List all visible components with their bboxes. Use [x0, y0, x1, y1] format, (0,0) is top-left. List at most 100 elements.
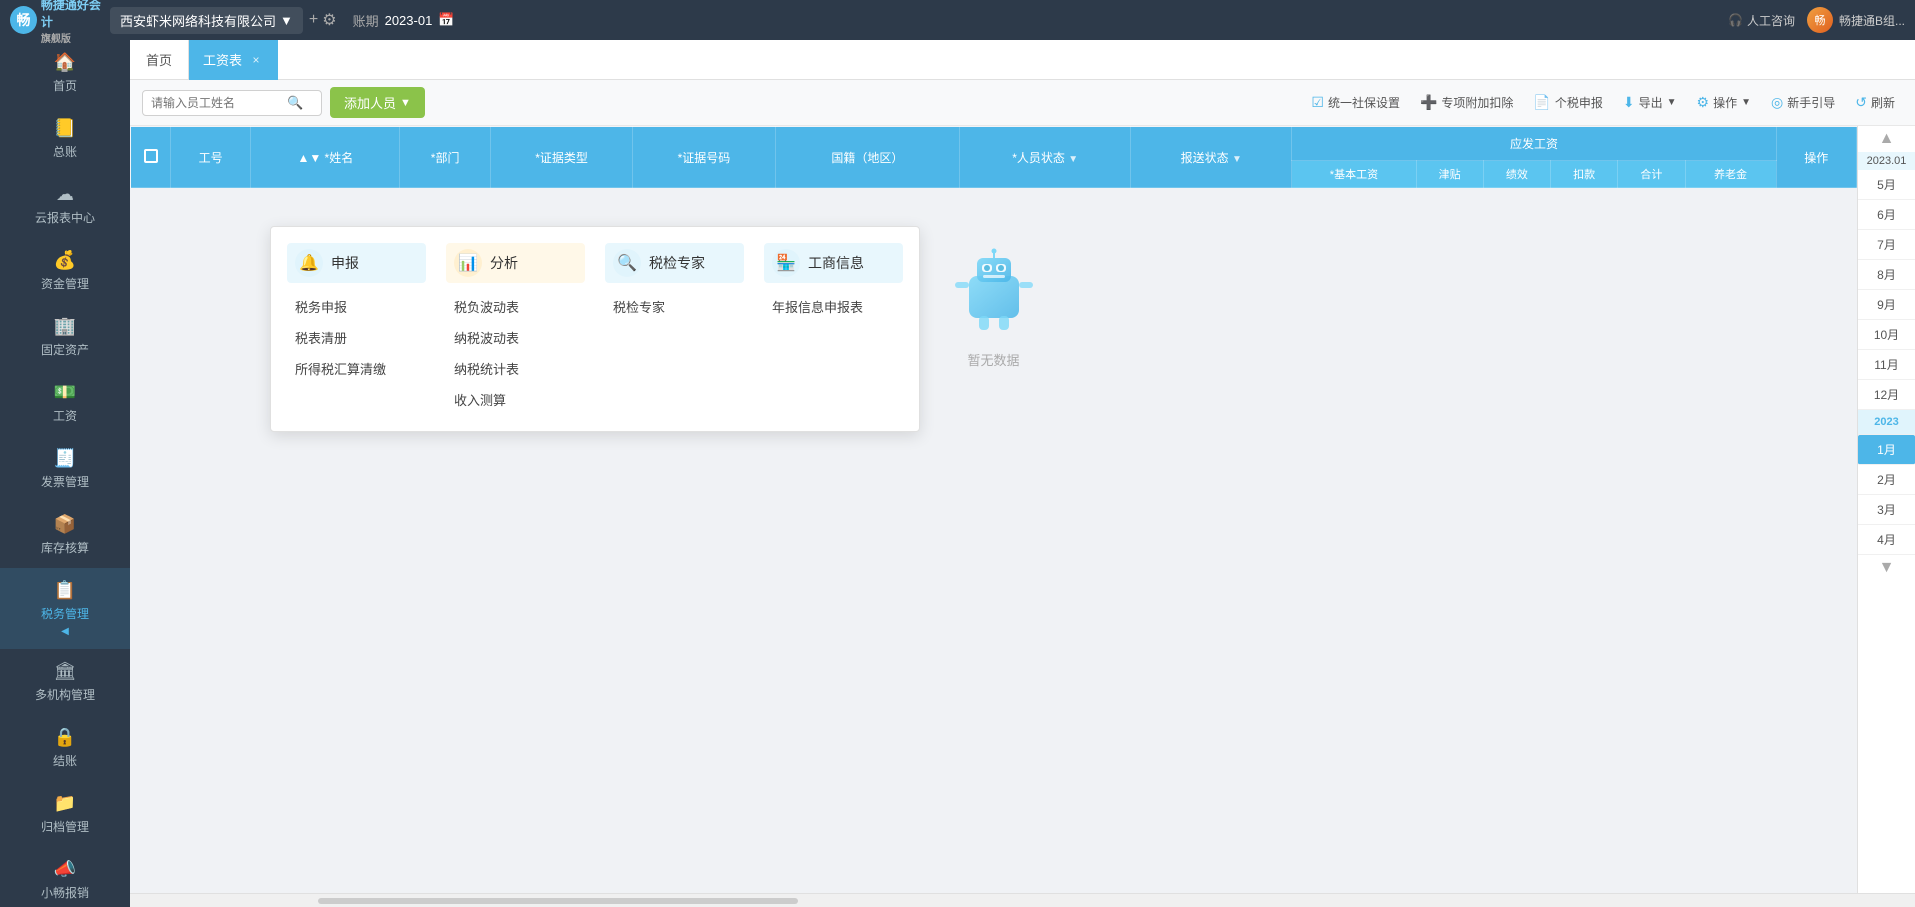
- section-header-shuijian: 🔍 税检专家: [605, 243, 744, 283]
- menu-item-tax-wave[interactable]: 纳税波动表: [446, 322, 585, 353]
- th-allowance: 津贴: [1416, 161, 1483, 188]
- cal-month-5[interactable]: 5月: [1858, 170, 1915, 200]
- add-company-button[interactable]: +: [309, 11, 318, 29]
- cal-month-1[interactable]: 1月: [1858, 435, 1915, 465]
- guide-button[interactable]: ◎ 新手引导: [1763, 89, 1843, 116]
- scroll-thumb[interactable]: [318, 898, 798, 904]
- refresh-button[interactable]: ↺ 刷新: [1847, 89, 1903, 116]
- user-info[interactable]: 畅 畅捷通B组...: [1807, 7, 1905, 33]
- menu-item-annual-report[interactable]: 年报信息申报表: [764, 291, 903, 322]
- special-deduction-button[interactable]: ➕ 专项附加扣除: [1412, 89, 1521, 116]
- refresh-label: 刷新: [1871, 94, 1895, 111]
- menu-item-tax-declare[interactable]: 税务申报: [287, 291, 426, 322]
- th-id-type: *证据类型: [490, 127, 632, 188]
- period-value: 2023-01: [385, 13, 433, 28]
- sidebar-label-fund: 资金管理: [41, 275, 89, 292]
- sidebar-item-salary[interactable]: 💵 工资: [0, 370, 130, 436]
- send-filter-icon[interactable]: ▼: [1232, 154, 1242, 165]
- sidebar-item-assets[interactable]: 🏢 固定资产: [0, 304, 130, 370]
- th-send-status: 报送状态 ▼: [1131, 127, 1292, 188]
- tab-salary[interactable]: 工资表 ×: [189, 40, 278, 80]
- sidebar-item-archive[interactable]: 📁 归档管理: [0, 781, 130, 847]
- th-payroll-group: 应发工资: [1292, 127, 1776, 161]
- logo-icon: 畅: [10, 6, 37, 34]
- cal-nav-up[interactable]: ▲: [1858, 126, 1915, 152]
- sidebar-item-invoice[interactable]: 🧾 发票管理: [0, 436, 130, 502]
- th-pension: 养老金: [1685, 161, 1776, 188]
- menu-item-tax-fluctuation[interactable]: 税负波动表: [446, 291, 585, 322]
- cal-month-9[interactable]: 9月: [1858, 290, 1915, 320]
- tab-close-button[interactable]: ×: [248, 52, 264, 68]
- sidebar-item-multi[interactable]: 🏛 多机构管理: [0, 649, 130, 715]
- fund-icon: 💰: [54, 250, 76, 271]
- sidebar-item-tax[interactable]: 📋 税务管理 ◀: [0, 568, 130, 649]
- social-insurance-button[interactable]: ☑ 统一社保设置: [1303, 89, 1408, 116]
- th-department: *部门: [400, 127, 490, 188]
- horizontal-scrollbar[interactable]: [130, 893, 1915, 907]
- add-person-button[interactable]: 添加人员 ▼: [330, 87, 425, 118]
- cal-month-11[interactable]: 11月: [1858, 350, 1915, 380]
- menu-item-income-forecast[interactable]: 收入测算: [446, 384, 585, 415]
- sidebar-item-cloud[interactable]: ☁ 云报表中心: [0, 172, 130, 238]
- sidebar-item-marketing[interactable]: 📣 小畅报销: [0, 847, 130, 907]
- operate-icon: ⚙: [1697, 94, 1710, 111]
- menu-item-tax-table[interactable]: 税表清册: [287, 322, 426, 353]
- tab-home[interactable]: 首页: [130, 40, 189, 80]
- section-title-fenxi: 分析: [490, 253, 518, 273]
- period-info: 账期 2023-01 📅: [353, 11, 455, 30]
- add-person-label: 添加人员: [344, 93, 396, 112]
- refresh-icon: ↺: [1855, 94, 1867, 111]
- th-operation: 操作: [1776, 127, 1856, 188]
- cal-month-10[interactable]: 10月: [1858, 320, 1915, 350]
- ai-service-button[interactable]: 🎧 人工咨询: [1728, 12, 1795, 29]
- sidebar-item-home[interactable]: 🏠 首页: [0, 40, 130, 106]
- menu-item-income-tax[interactable]: 所得税汇算清缴: [287, 353, 426, 384]
- salary-icon: 💵: [54, 382, 76, 403]
- menu-item-tax-stats[interactable]: 纳税统计表: [446, 353, 585, 384]
- status-filter-icon[interactable]: ▼: [1068, 154, 1078, 165]
- sidebar-item-fund[interactable]: 💰 资金管理: [0, 238, 130, 304]
- export-button[interactable]: ⬇ 导出 ▼: [1615, 89, 1685, 116]
- search-input[interactable]: [151, 96, 281, 110]
- cal-month-3[interactable]: 3月: [1858, 495, 1915, 525]
- th-name[interactable]: ▲▼ *姓名: [251, 127, 400, 188]
- company-selector[interactable]: 西安虾米网络科技有限公司 ▼: [110, 7, 303, 34]
- cal-month-7[interactable]: 7月: [1858, 230, 1915, 260]
- special-icon: ➕: [1420, 94, 1437, 111]
- menu-item-tax-expert[interactable]: 税检专家: [605, 291, 744, 322]
- sidebar-tax-arrow: ◀: [61, 626, 69, 637]
- sidebar-item-close-accounts[interactable]: 🔒 结账: [0, 715, 130, 781]
- th-employee-id: 工号: [171, 127, 251, 188]
- cal-month-8[interactable]: 8月: [1858, 260, 1915, 290]
- settings-icon-button[interactable]: ⚙: [322, 10, 336, 30]
- close-icon[interactable]: ×: [248, 52, 264, 68]
- headset-icon: 🎧: [1728, 13, 1743, 27]
- th-total: 合计: [1618, 161, 1685, 188]
- top-bar: 畅 畅捷通好会计 旗舰版 西安虾米网络科技有限公司 ▼ + ⚙ 账期 2023-…: [0, 0, 1915, 40]
- cal-month-4[interactable]: 4月: [1858, 525, 1915, 555]
- cal-nav-down[interactable]: ▼: [1858, 555, 1915, 581]
- tab-salary-label: 工资表: [203, 50, 242, 69]
- marketing-icon: 📣: [54, 859, 76, 880]
- sidebar-item-inventory[interactable]: 📦 库存核算: [0, 502, 130, 568]
- th-status: *人员状态 ▼: [960, 127, 1131, 188]
- cal-month-12[interactable]: 12月: [1858, 380, 1915, 410]
- cal-month-6[interactable]: 6月: [1858, 200, 1915, 230]
- sidebar-label-invoice: 发票管理: [41, 473, 89, 490]
- toolbar: 🔍 添加人员 ▼ ☑ 统一社保设置 ➕ 专项附加扣除 📄 个税申报: [130, 80, 1915, 126]
- sidebar-label-archive: 归档管理: [41, 818, 89, 835]
- operate-label: 操作: [1713, 94, 1737, 111]
- sidebar-label-home: 首页: [53, 77, 77, 94]
- ai-service-label: 人工咨询: [1747, 12, 1795, 29]
- export-icon: ⬇: [1623, 94, 1635, 111]
- cal-month-2[interactable]: 2月: [1858, 465, 1915, 495]
- th-checkbox[interactable]: [131, 127, 171, 188]
- tax-declare-button[interactable]: 📄 个税申报: [1525, 89, 1610, 116]
- add-person-dropdown-icon: ▼: [400, 97, 411, 109]
- sidebar-item-ledger[interactable]: 📒 总账: [0, 106, 130, 172]
- calendar-icon[interactable]: 📅: [438, 12, 454, 28]
- search-icon[interactable]: 🔍: [287, 95, 303, 111]
- operate-button[interactable]: ⚙ 操作 ▼: [1689, 89, 1759, 116]
- select-all-checkbox[interactable]: [144, 149, 158, 163]
- search-box: 🔍: [142, 90, 322, 116]
